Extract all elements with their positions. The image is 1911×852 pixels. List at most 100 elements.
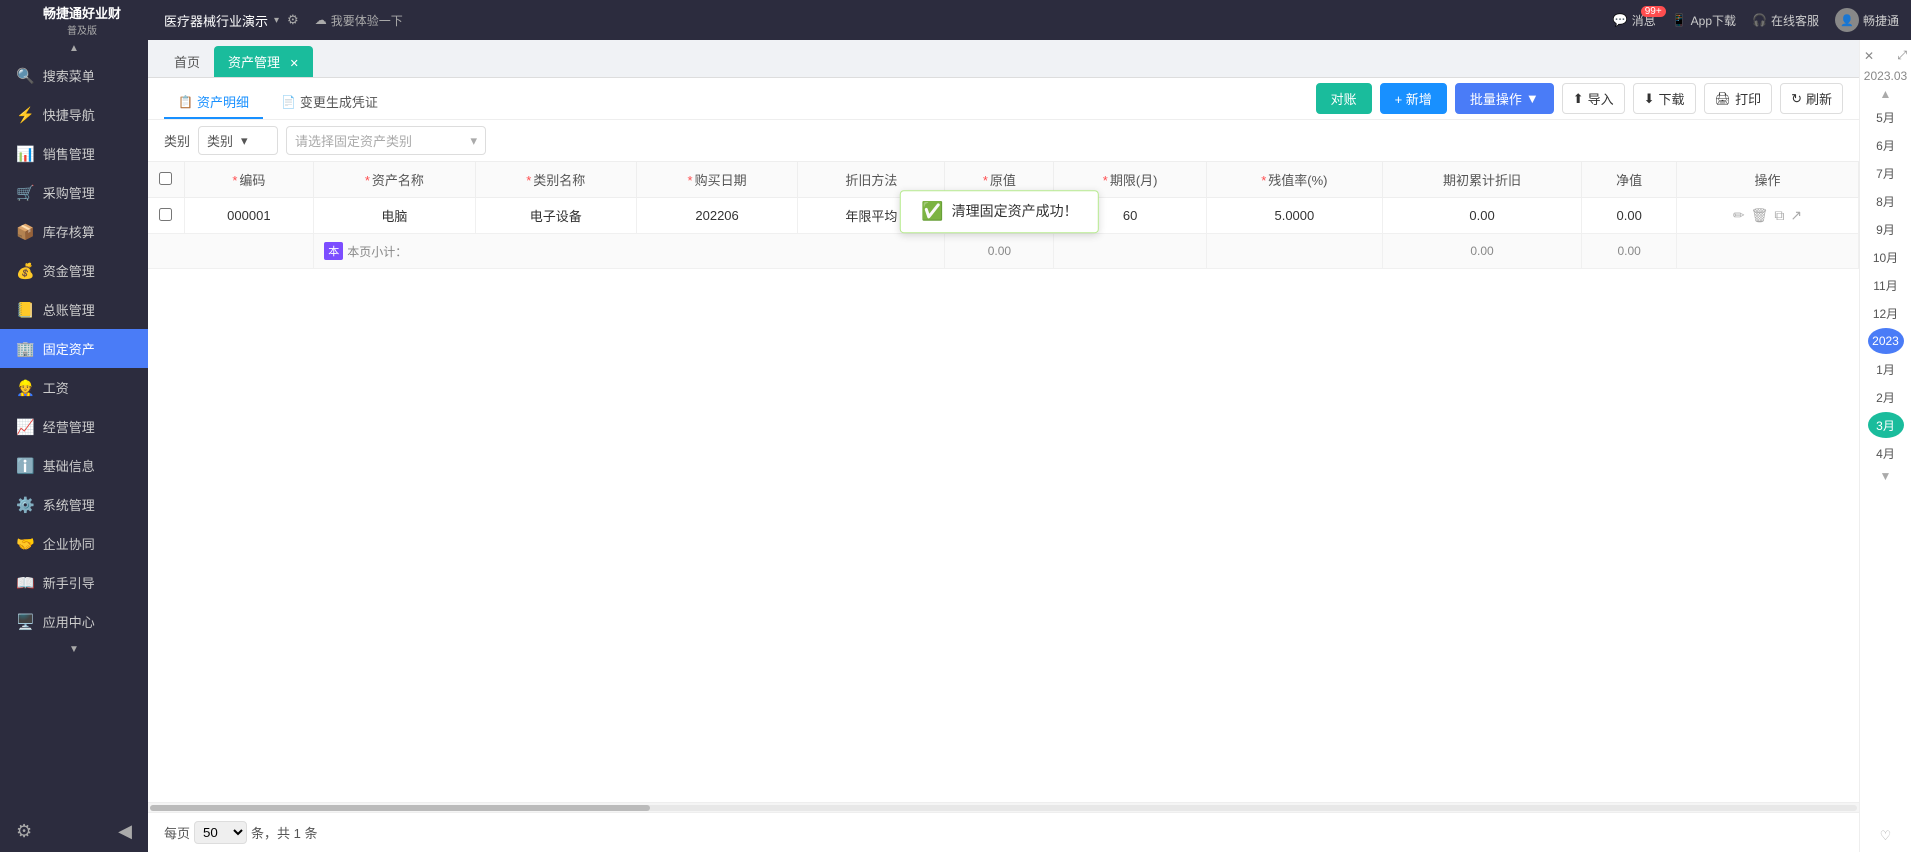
sidebar-item-fixed-assets[interactable]: 🏢 固定资产 (0, 329, 148, 368)
import-button[interactable]: ⬆ 导入 (1562, 83, 1625, 114)
online-service-item[interactable]: 🎧 在线客服 (1752, 12, 1819, 29)
month-item-7[interactable]: 7月 (1868, 160, 1904, 186)
month-item-1[interactable]: 1月 (1868, 356, 1904, 382)
category-placeholder: 请选择固定资产类别 (295, 131, 412, 150)
col-checkbox (148, 162, 184, 198)
app-version: 普及版 (67, 22, 97, 37)
online-service-label: 在线客服 (1771, 12, 1819, 29)
operations-icon: 📈 (16, 418, 35, 436)
user-name: 畅捷通 (1863, 12, 1899, 29)
sidebar-item-guide[interactable]: 📖 新手引导 (0, 563, 148, 602)
month-item-5[interactable]: 5月 (1868, 104, 1904, 130)
month-item-12[interactable]: 12月 (1868, 300, 1904, 326)
sidebar-item-funds[interactable]: 💰 资金管理 (0, 251, 148, 290)
right-panel: ✕ ⤢ 2023.03 ▲ 5月 6月 7月 8月 9月 10月 11月 12月… (1859, 40, 1911, 852)
company-selector[interactable]: 医疗器械行业演示 ▾ (164, 11, 279, 30)
right-panel-expand-icon[interactable]: ⤢ (1897, 48, 1907, 63)
delete-action-btn[interactable]: 🗑 (1751, 207, 1769, 224)
sidebar-scroll-up[interactable]: ▲ (0, 40, 148, 56)
edit-action-btn[interactable]: ✏ (1733, 207, 1745, 224)
download-button[interactable]: ⬇ 下载 (1633, 83, 1696, 114)
toast-message: 清理固定资产成功！ (952, 201, 1078, 221)
month-item-2[interactable]: 2月 (1868, 384, 1904, 410)
month-item-3[interactable]: 3月 (1868, 412, 1904, 438)
basic-info-icon: ℹ️ (16, 457, 35, 475)
col-name: *资产名称 (314, 162, 475, 198)
refresh-button[interactable]: ↻ 刷新 (1780, 83, 1843, 114)
print-button[interactable]: 🖨 打印 (1704, 83, 1773, 114)
scrollbar-track (150, 805, 1857, 811)
subtotal-empty (148, 234, 314, 269)
experience-link[interactable]: ☁ 我要体验一下 (315, 12, 403, 29)
month-item-8[interactable]: 8月 (1868, 188, 1904, 214)
select-all-checkbox[interactable] (159, 172, 172, 185)
sub-tab-asset-detail[interactable]: 📋 资产明细 (164, 86, 263, 119)
col-net-value: 净值 (1582, 162, 1677, 198)
sidebar-item-sales[interactable]: 📊 销售管理 (0, 134, 148, 173)
per-page-select[interactable]: 50 100 200 (194, 821, 247, 844)
subtotal-label-cell: 本 本页小计： (314, 234, 945, 269)
assets-table: *编码 *资产名称 *类别名称 *购买日期 折旧方法 *原值 *期限(月) *残… (148, 162, 1859, 269)
row-category: 电子设备 (475, 198, 636, 234)
category-select-arrow: ▾ (241, 133, 248, 149)
download-icon: ⬇ (1644, 91, 1655, 107)
top-right-nav: 💬 消息 99+ 📱 App下载 🎧 在线客服 👤 畅捷通 (1613, 8, 1899, 32)
row-actions: ✏ 🗑 ⧉ ↗ (1687, 207, 1848, 224)
subtotal-icon: 本 (324, 242, 343, 260)
sidebar-item-payroll[interactable]: 👷 工资 (0, 368, 148, 407)
sidebar-item-ledger[interactable]: 📒 总账管理 (0, 290, 148, 329)
header-settings-icon[interactable]: ⚙ (287, 12, 299, 28)
sidebar-item-collab[interactable]: 🤝 企业协同 (0, 524, 148, 563)
category-select[interactable]: 类别 ▾ (198, 126, 278, 155)
sidebar-item-purchase[interactable]: 🛒 采购管理 (0, 173, 148, 212)
right-panel-scroll-up[interactable]: ▲ (1860, 85, 1911, 103)
right-panel-close-icon[interactable]: ✕ (1864, 49, 1874, 63)
sidebar-label-payroll: 工资 (43, 378, 69, 397)
month-item-6[interactable]: 6月 (1868, 132, 1904, 158)
message-item[interactable]: 💬 消息 99+ (1613, 12, 1656, 29)
row-checkbox[interactable] (159, 208, 172, 221)
month-item-11[interactable]: 11月 (1868, 272, 1904, 298)
user-item[interactable]: 👤 畅捷通 (1835, 8, 1899, 32)
asset-detail-icon: 📋 (178, 95, 193, 109)
sidebar-label-basic-info: 基础信息 (43, 456, 95, 475)
tab-close-icon[interactable]: ✕ (290, 58, 299, 70)
sidebar-item-basic-info[interactable]: ℹ️ 基础信息 (0, 446, 148, 485)
sidebar-collapse-icon[interactable]: ◀ (118, 821, 132, 842)
app-download-item[interactable]: 📱 App下载 (1672, 12, 1736, 29)
tab-asset-management[interactable]: 资产管理 ✕ (214, 46, 313, 77)
more-action-btn[interactable]: ↗ (1790, 207, 1802, 224)
sub-tab-change-voucher-label: 变更生成凭证 (300, 92, 378, 111)
year-label-2023[interactable]: 2023 (1868, 328, 1904, 354)
month-item-4[interactable]: 4月 (1868, 440, 1904, 466)
row-buy-date: 202206 (636, 198, 797, 234)
sidebar-item-app-center[interactable]: 🖥️ 应用中心 (0, 602, 148, 641)
reconcile-button[interactable]: 对账 (1316, 83, 1372, 114)
copy-action-btn[interactable]: ⧉ (1774, 207, 1784, 224)
sub-tab-change-voucher[interactable]: 📄 变更生成凭证 (267, 86, 392, 119)
new-button[interactable]: + 新增 (1380, 83, 1447, 114)
sidebar-scroll-down[interactable]: ▼ (0, 641, 148, 657)
row-name: 电脑 (314, 198, 475, 234)
sidebar-settings-icon[interactable]: ⚙ (16, 821, 32, 842)
tab-home[interactable]: 首页 (160, 46, 214, 77)
batch-button[interactable]: 批量操作 ▼ (1455, 83, 1554, 114)
success-toast: ✅ 清理固定资产成功！ (900, 190, 1098, 233)
month-item-9[interactable]: 9月 (1868, 216, 1904, 242)
sidebar-item-quick-nav[interactable]: ⚡ 快捷导航 (0, 95, 148, 134)
horizontal-scrollbar[interactable] (148, 802, 1859, 812)
cloud-icon: ☁ (315, 13, 327, 27)
heart-icon: ♡ (1880, 828, 1892, 844)
sidebar: ▲ 🔍 搜索菜单 ⚡ 快捷导航 📊 销售管理 🛒 采购管理 📦 库存核算 💰 资… (0, 40, 148, 852)
right-panel-scroll-down[interactable]: ▼ (1860, 467, 1911, 485)
sidebar-item-inventory[interactable]: 📦 库存核算 (0, 212, 148, 251)
sidebar-item-search[interactable]: 🔍 搜索菜单 (0, 56, 148, 95)
experience-label: 我要体验一下 (331, 12, 403, 29)
category-input[interactable]: 请选择固定资产类别 ▾ (286, 126, 486, 155)
month-item-10[interactable]: 10月 (1868, 244, 1904, 270)
sidebar-item-operations[interactable]: 📈 经营管理 (0, 407, 148, 446)
right-panel-bottom-btn[interactable]: ♡ (1880, 824, 1892, 848)
sidebar-item-system[interactable]: ⚙️ 系统管理 (0, 485, 148, 524)
scrollbar-thumb[interactable] (150, 805, 650, 811)
sidebar-label-purchase: 采购管理 (43, 183, 95, 202)
